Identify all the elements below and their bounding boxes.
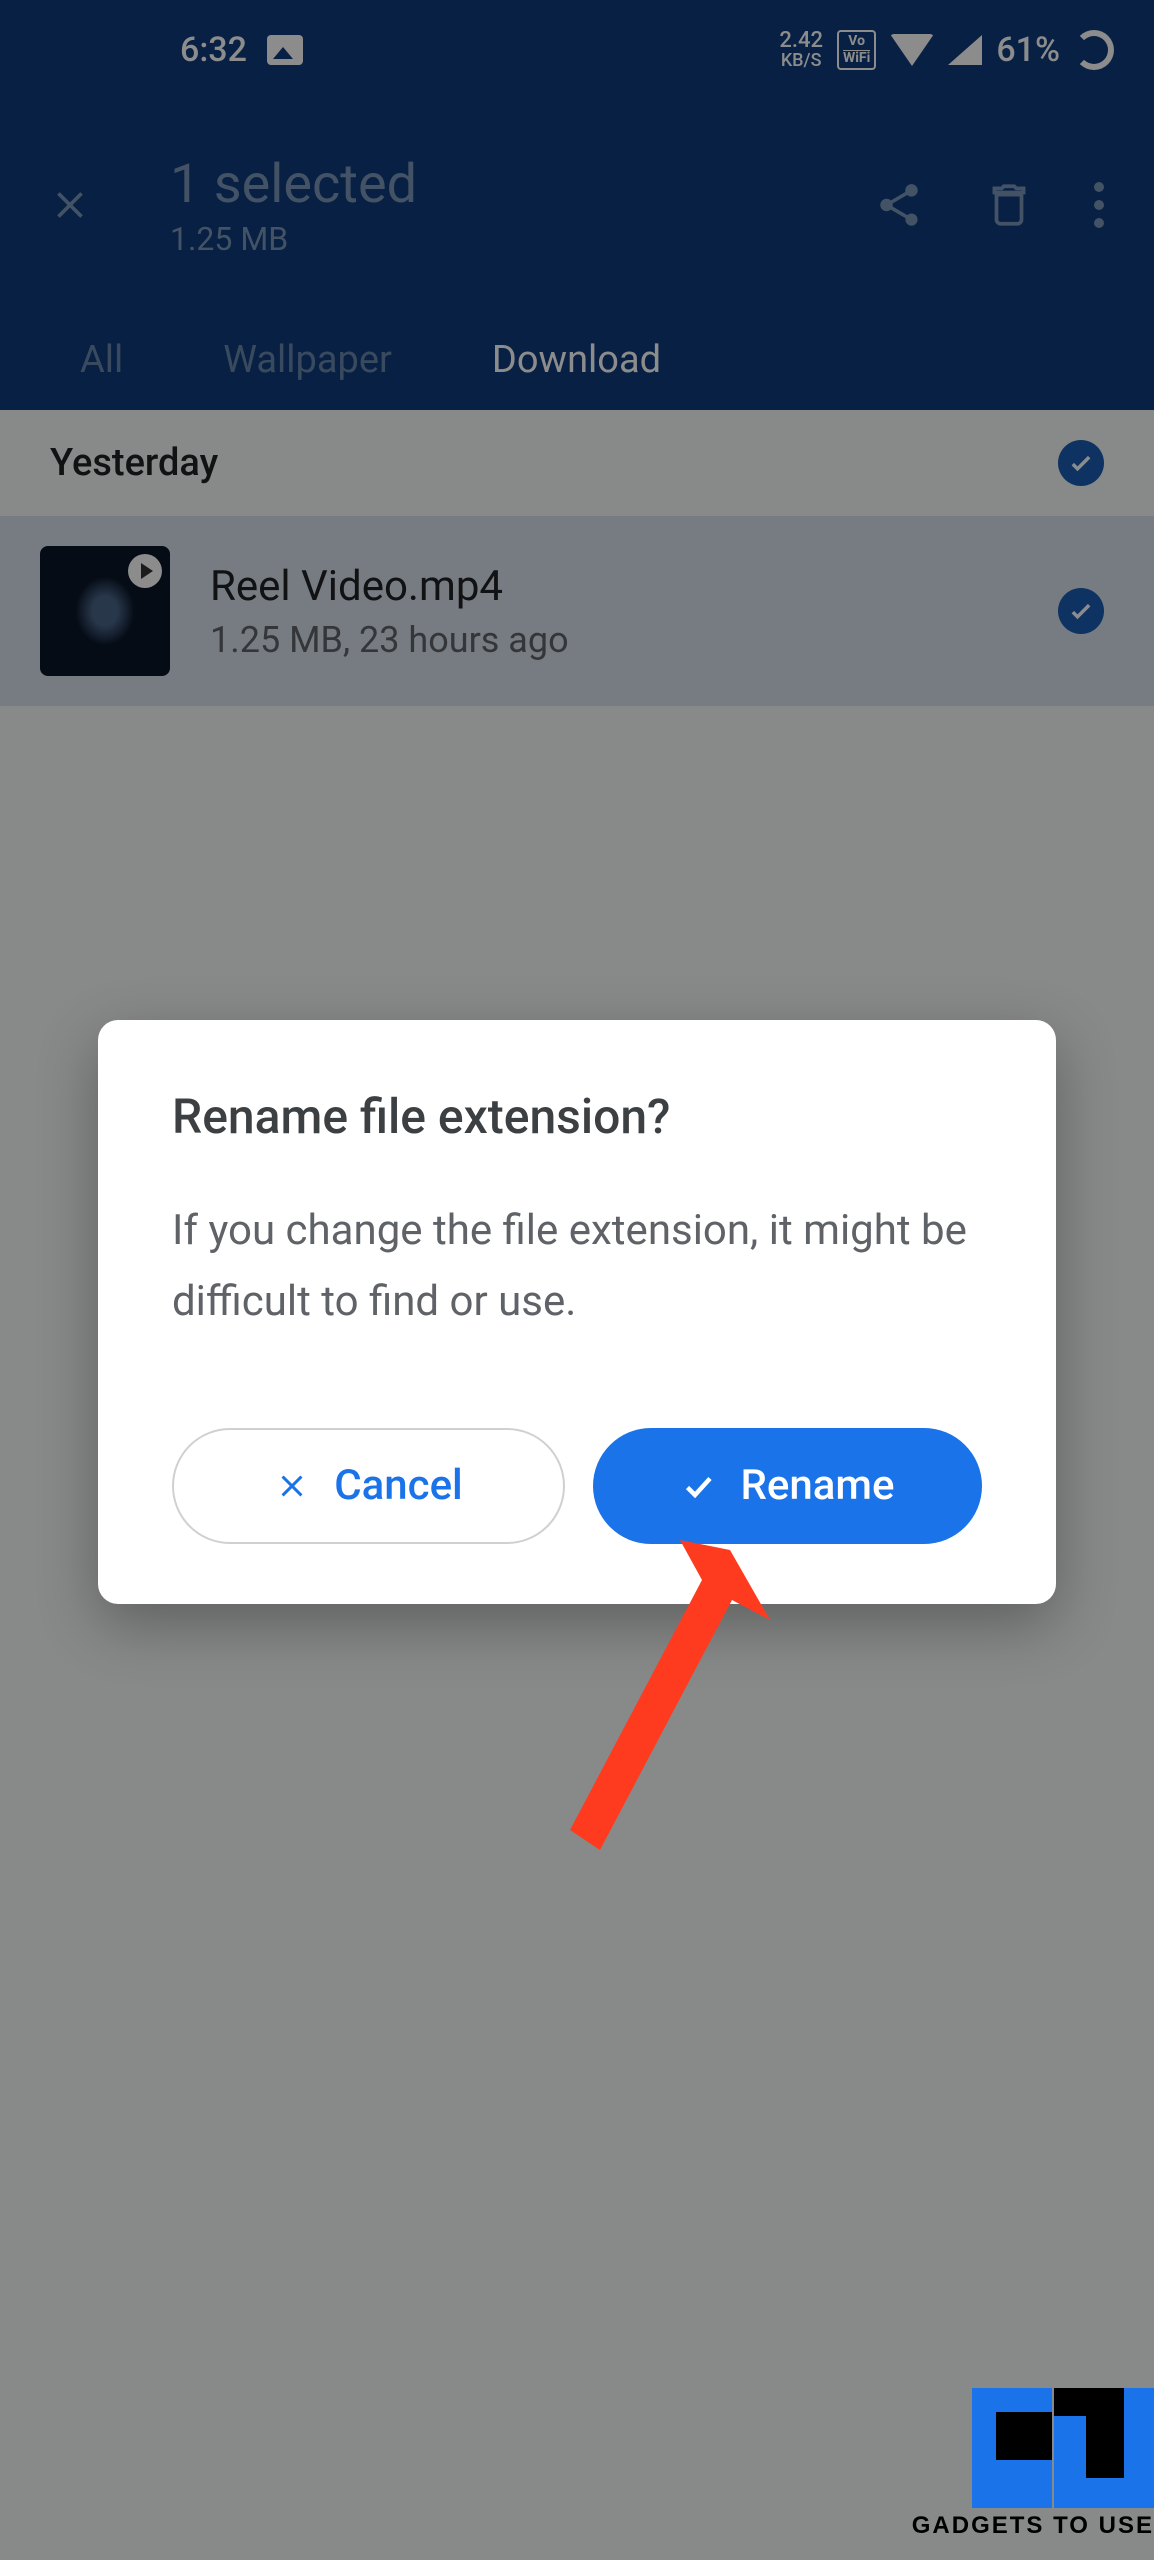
rename-confirmation-dialog: Rename file extension? If you change the… xyxy=(98,1020,1056,1604)
rename-label: Rename xyxy=(740,1461,894,1510)
watermark-text: GADGETS TO USE xyxy=(912,2512,1154,2540)
dialog-actions: Cancel Rename xyxy=(172,1428,982,1544)
watermark: GADGETS TO USE xyxy=(912,2388,1154,2540)
rename-button[interactable]: Rename xyxy=(593,1428,982,1544)
x-icon xyxy=(274,1468,310,1504)
logo-g-shape xyxy=(972,2388,1052,2508)
dialog-title: Rename file extension? xyxy=(172,1088,982,1145)
watermark-logo xyxy=(972,2388,1154,2508)
logo-j-shape xyxy=(1054,2388,1154,2508)
check-icon xyxy=(680,1468,716,1504)
phone-screen: 6:32 2.42 KB/S Vo WiFi 61% 1 selected 1.… xyxy=(0,0,1154,2560)
dialog-message: If you change the file extension, it mig… xyxy=(172,1195,982,1338)
cancel-button[interactable]: Cancel xyxy=(172,1428,565,1544)
cancel-label: Cancel xyxy=(334,1461,463,1510)
